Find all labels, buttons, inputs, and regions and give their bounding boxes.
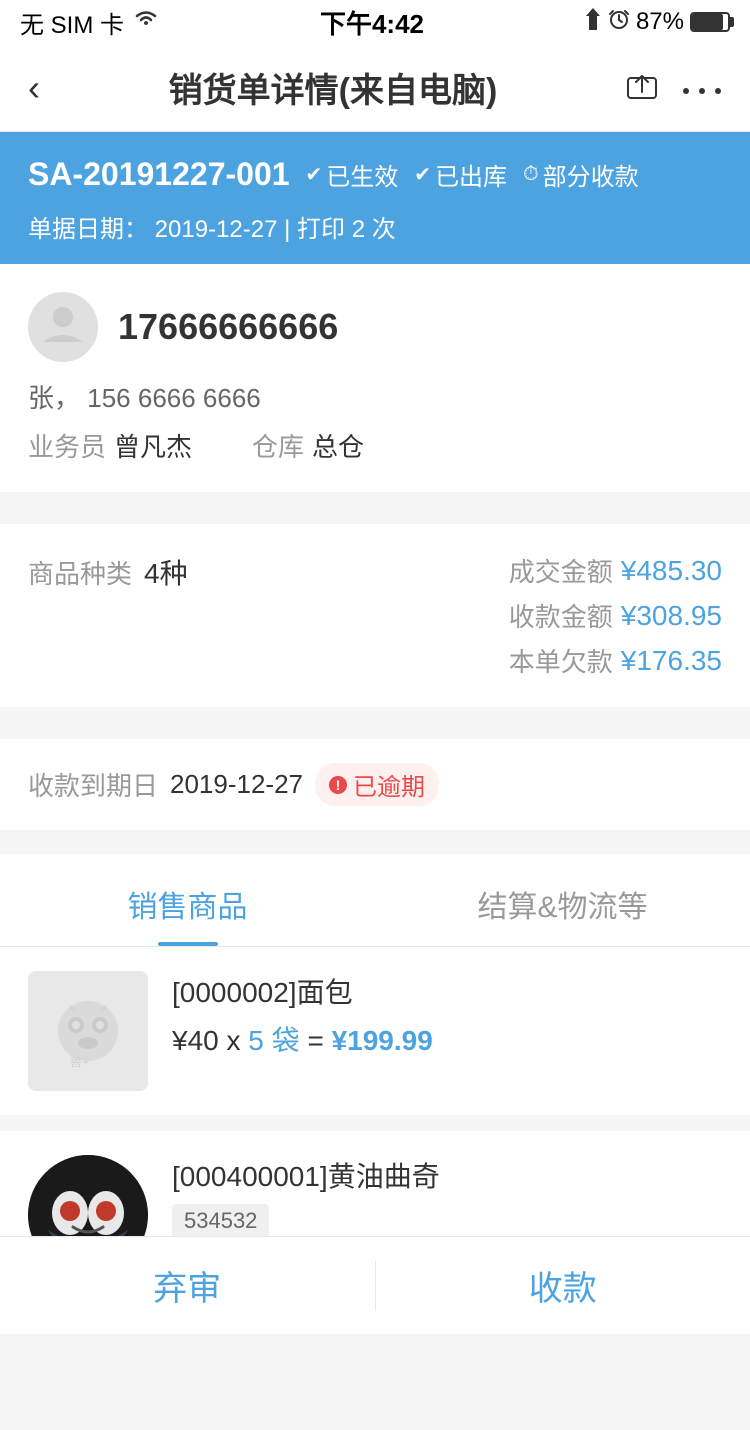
divider-2	[0, 723, 750, 739]
amount-row: 成交金额 ¥485.30	[509, 552, 722, 589]
received-value: ¥308.95	[621, 600, 722, 632]
clock-icon: ⏱	[523, 163, 539, 186]
overdue-badge: ! 已逾期	[315, 763, 439, 806]
warehouse-label: 仓库	[252, 427, 304, 464]
customer-top: 17666666666	[28, 292, 722, 362]
amount-label: 成交金额	[509, 552, 613, 589]
stats-card: 商品种类 4种 成交金额 ¥485.30 收款金额 ¥308.95 本单欠款 ¥…	[0, 524, 750, 707]
product-info-1: [0000002]面包 ¥40 x 5 袋 = ¥199.99	[172, 971, 722, 1059]
due-date-card: 收款到期日 2019-12-27 ! 已逾期	[0, 739, 750, 830]
svg-text:兽+: 兽+	[70, 1055, 89, 1069]
customer-detail: 张， 156 6666 6666	[28, 378, 722, 415]
alarm-icon	[608, 8, 630, 37]
status-bar-time: 下午4:42	[320, 4, 424, 41]
nav-actions	[626, 68, 722, 108]
meta-print-count-val: 2	[352, 216, 365, 243]
avatar-icon	[41, 300, 85, 354]
product-name-1: [0000002]面包	[172, 971, 722, 1011]
product-qty-1: 5	[248, 1025, 264, 1056]
product-total-1: ¥199.99	[332, 1025, 433, 1056]
order-header-top: SA-20191227-001 ✔ 已生效 ✔ 已出库 ⏱ 部分收款	[28, 156, 722, 193]
collect-button[interactable]: 收款	[376, 1261, 750, 1310]
carrier-label: 无 SIM 卡	[20, 5, 124, 40]
sales-info: 业务员 曾凡杰	[28, 427, 192, 464]
product-equals-1: =	[307, 1025, 331, 1056]
received-row: 收款金额 ¥308.95	[509, 597, 722, 634]
owed-label: 本单欠款	[509, 642, 613, 679]
list-item: 兽+ [0000002]面包 ¥40 x 5 袋 = ¥199.99	[0, 947, 750, 1115]
status-shipped: ✔ 已出库	[414, 157, 507, 192]
product-sku-2: 534532	[172, 1204, 269, 1238]
order-header: SA-20191227-001 ✔ 已生效 ✔ 已出库 ⏱ 部分收款 单据日期：…	[0, 132, 750, 264]
status-bar: 无 SIM 卡 下午4:42 87%	[0, 0, 750, 44]
page-title: 销货单详情(来自电脑)	[169, 63, 498, 112]
owed-row: 本单欠款 ¥176.35	[509, 642, 722, 679]
reject-button[interactable]: 弃审	[0, 1261, 375, 1310]
order-number: SA-20191227-001	[28, 156, 290, 193]
stats-right: 成交金额 ¥485.30 收款金额 ¥308.95 本单欠款 ¥176.35	[375, 552, 722, 679]
status-bar-left: 无 SIM 卡	[20, 5, 160, 40]
customer-info-row: 业务员 曾凡杰 仓库 总仓	[28, 427, 722, 464]
status-shipped-label: 已出库	[435, 157, 507, 192]
customer-name-label: 张，	[28, 383, 80, 413]
back-button[interactable]: ‹	[28, 67, 40, 109]
overdue-dot-icon: !	[329, 776, 347, 794]
customer-alt-phone: 156 6666 6666	[87, 383, 261, 413]
check-icon-1: ✔	[306, 162, 323, 187]
product-types-value: 4种	[144, 552, 188, 592]
overdue-label: 已逾期	[353, 767, 425, 802]
more-icon[interactable]	[682, 69, 722, 106]
product-multiply-1: x	[227, 1025, 249, 1056]
stats-left: 商品种类 4种	[28, 552, 375, 592]
status-partial: ⏱ 部分收款	[523, 157, 639, 192]
battery-percent: 87%	[636, 8, 684, 36]
sales-label: 业务员	[28, 427, 106, 464]
product-thumb-1: 兽+	[28, 971, 148, 1091]
product-price-1: ¥40 x 5 袋 = ¥199.99	[172, 1019, 722, 1059]
owed-value: ¥176.35	[621, 645, 722, 677]
sales-value: 曾凡杰	[114, 427, 192, 464]
location-icon	[584, 8, 602, 37]
tab-settlement-label: 结算&物流等	[477, 891, 647, 924]
bottom-bar: 弃审 收款	[0, 1236, 750, 1334]
battery-icon	[690, 12, 730, 32]
product-thumb-placeholder-1: 兽+	[28, 971, 148, 1091]
avatar	[28, 292, 98, 362]
product-types-label: 商品种类	[28, 554, 132, 591]
tabs: 销售商品 结算&物流等	[0, 854, 750, 947]
nav-bar: ‹ 销货单详情(来自电脑)	[0, 44, 750, 132]
status-effective-label: 已生效	[326, 157, 398, 192]
due-date-label: 收款到期日	[28, 766, 158, 803]
tab-settlement[interactable]: 结算&物流等	[375, 854, 750, 946]
status-bar-right: 87%	[584, 8, 730, 37]
order-meta: 单据日期： 2019-12-27 | 打印 2 次	[28, 209, 722, 244]
divider-1	[0, 508, 750, 524]
status-partial-label: 部分收款	[543, 157, 639, 192]
meta-print-label: 打印	[297, 216, 345, 243]
product-unit-1: 袋	[272, 1025, 300, 1056]
status-tags: ✔ 已生效 ✔ 已出库 ⏱ 部分收款	[306, 157, 639, 192]
tab-sales-products-label: 销售商品	[128, 891, 248, 924]
meta-print-suffix: 次	[372, 216, 396, 243]
product-name-2: [000400001]黄油曲奇	[172, 1155, 722, 1195]
customer-phone: 17666666666	[118, 306, 338, 348]
status-effective: ✔ 已生效	[306, 157, 399, 192]
meta-separator: |	[284, 216, 297, 243]
product-types: 商品种类 4种	[28, 552, 375, 592]
product-base-price-1: ¥40	[172, 1025, 219, 1056]
share-icon[interactable]	[626, 68, 658, 108]
warehouse-value: 总仓	[312, 427, 364, 464]
meta-date-label: 单据日期：	[28, 216, 148, 243]
wifi-icon	[132, 8, 160, 36]
amount-value: ¥485.30	[621, 555, 722, 587]
tab-sales-products[interactable]: 销售商品	[0, 854, 375, 946]
due-date-value: 2019-12-27	[170, 769, 303, 800]
check-icon-2: ✔	[414, 162, 431, 187]
meta-date-value: 2019-12-27	[155, 216, 278, 243]
warehouse-info: 仓库 总仓	[252, 427, 364, 464]
divider-3	[0, 838, 750, 854]
received-label: 收款金额	[509, 597, 613, 634]
customer-card: 17666666666 张， 156 6666 6666 业务员 曾凡杰 仓库 …	[0, 264, 750, 492]
bottom-spacer	[0, 1330, 750, 1430]
